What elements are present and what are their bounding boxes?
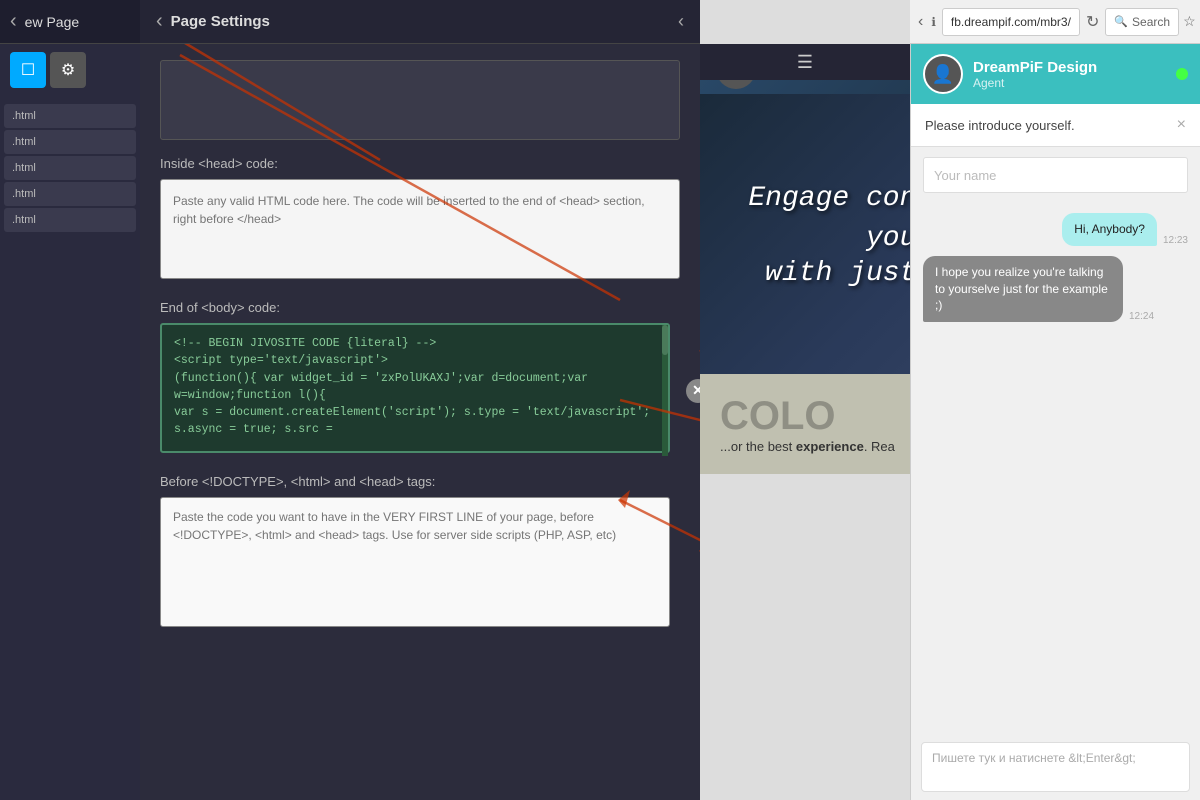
browser-info-button[interactable]: ℹ bbox=[929, 13, 938, 31]
search-placeholder-text: Search bbox=[1132, 15, 1170, 29]
search-icon: 🔍 bbox=[1114, 15, 1128, 28]
left-sidebar: ‹ ew Page ☐ ⚙ .html .html .html .html .h… bbox=[0, 0, 140, 800]
ps-close-button[interactable]: ‹ bbox=[678, 11, 684, 32]
browser-body-text: ...or the best experience. Rea bbox=[720, 439, 895, 454]
chat-introduce-section: Please introduce yourself. × bbox=[911, 104, 1200, 147]
panel-close-button[interactable]: ✕ bbox=[686, 379, 700, 403]
chat-agent-info: DreamPiF Design Agent bbox=[973, 59, 1166, 90]
hamburger-menu-icon[interactable]: ☰ bbox=[797, 52, 813, 73]
browser-search-bar[interactable]: 🔍 Search bbox=[1105, 8, 1179, 36]
colo-text: COLO bbox=[720, 394, 836, 438]
chat-message-row: I hope you realize you're talking to you… bbox=[923, 256, 1188, 322]
chat-introduce-close-button[interactable]: × bbox=[1177, 116, 1186, 134]
browser-toolbar-icons: ☆ 📋 ⬇ 🏠 18 ⬇ » ☰ bbox=[1183, 12, 1200, 32]
browser-url-bar[interactable]: fb.dreampif.com/mbr3/ bbox=[942, 8, 1080, 36]
ps-back-button[interactable]: ‹ bbox=[156, 10, 163, 33]
page-settings-panel: ‹ Page Settings ‹ Inside <head> code: En… bbox=[140, 0, 700, 800]
list-item[interactable]: .html bbox=[4, 156, 136, 180]
head-code-label: Inside <head> code: bbox=[160, 156, 680, 171]
chat-input-area[interactable]: Пишете тук и натиснете &lt;Enter&gt; bbox=[921, 742, 1190, 792]
browser-refresh-button[interactable]: ↻ bbox=[1084, 10, 1101, 34]
list-item[interactable]: .html bbox=[4, 182, 136, 206]
ps-preview-box bbox=[160, 60, 680, 140]
code-scrollbar[interactable] bbox=[662, 325, 668, 456]
head-code-textarea[interactable] bbox=[160, 179, 680, 279]
chat-introduce-text: Please introduce yourself. bbox=[925, 118, 1075, 133]
code-scrollbar-thumb[interactable] bbox=[662, 325, 668, 355]
before-doctype-textarea[interactable] bbox=[160, 497, 670, 627]
sidebar-header: ‹ ew Page bbox=[0, 0, 140, 44]
chat-agent-name: DreamPiF Design bbox=[973, 59, 1166, 76]
gear-icon-button[interactable]: ⚙ bbox=[50, 52, 86, 88]
before-doctype-label: Before <!DOCTYPE>, <html> and <head> tag… bbox=[160, 474, 680, 489]
browser-secondary-menu: ☰ bbox=[700, 44, 910, 80]
list-item[interactable]: .html bbox=[4, 208, 136, 232]
chat-name-input-field[interactable]: Your name bbox=[923, 157, 1188, 193]
chat-bubble-received: I hope you realize you're talking to you… bbox=[923, 256, 1123, 322]
body-code-label: End of <body> code: bbox=[160, 300, 680, 315]
back-button[interactable]: ‹ bbox=[10, 10, 17, 33]
chat-messages-area: 12:23 Hi, Anybody? I hope you realize yo… bbox=[911, 203, 1200, 734]
page-settings-title: Page Settings bbox=[171, 13, 270, 30]
chat-agent-avatar: 👤 bbox=[923, 54, 963, 94]
body-code-textarea[interactable]: <!-- BEGIN JIVOSITE CODE {literal} --> <… bbox=[160, 323, 670, 453]
chat-panel: 👤 DreamPiF Design Agent Please introduce… bbox=[910, 44, 1200, 800]
chat-bubble-sent: Hi, Anybody? bbox=[1062, 213, 1157, 246]
list-item[interactable]: .html bbox=[4, 130, 136, 154]
chat-input-placeholder: Пишете тук и натиснете &lt;Enter&gt; bbox=[932, 751, 1136, 765]
chat-header: 👤 DreamPiF Design Agent bbox=[911, 44, 1200, 104]
list-item[interactable]: .html bbox=[4, 104, 136, 128]
chat-message-row: 12:23 Hi, Anybody? bbox=[923, 213, 1188, 246]
chat-name-placeholder: Your name bbox=[934, 168, 996, 183]
body-code-wrapper: <!-- BEGIN JIVOSITE CODE {literal} --> <… bbox=[160, 323, 670, 458]
sidebar-list: .html .html .html .html .html bbox=[0, 96, 140, 240]
chat-time: 12:24 bbox=[1129, 311, 1154, 322]
chat-agent-role: Agent bbox=[973, 76, 1166, 90]
chat-online-indicator bbox=[1176, 68, 1188, 80]
browser-url-text: fb.dreampif.com/mbr3/ bbox=[951, 15, 1071, 29]
page-settings-header: ‹ Page Settings ‹ bbox=[140, 0, 700, 44]
page-icon-button[interactable]: ☐ bbox=[10, 52, 46, 88]
sidebar-title: ew Page bbox=[25, 14, 79, 30]
star-icon[interactable]: ☆ bbox=[1183, 13, 1196, 30]
browser-back-button[interactable]: ‹ bbox=[916, 11, 925, 33]
chat-time: 12:23 bbox=[1163, 235, 1188, 246]
sidebar-icon-row: ☐ ⚙ bbox=[0, 44, 140, 96]
browser-navbar: ‹ ℹ fb.dreampif.com/mbr3/ ↻ 🔍 Search ☆ 📋… bbox=[910, 0, 1200, 44]
ps-content: Inside <head> code: End of <body> code: … bbox=[140, 44, 700, 688]
